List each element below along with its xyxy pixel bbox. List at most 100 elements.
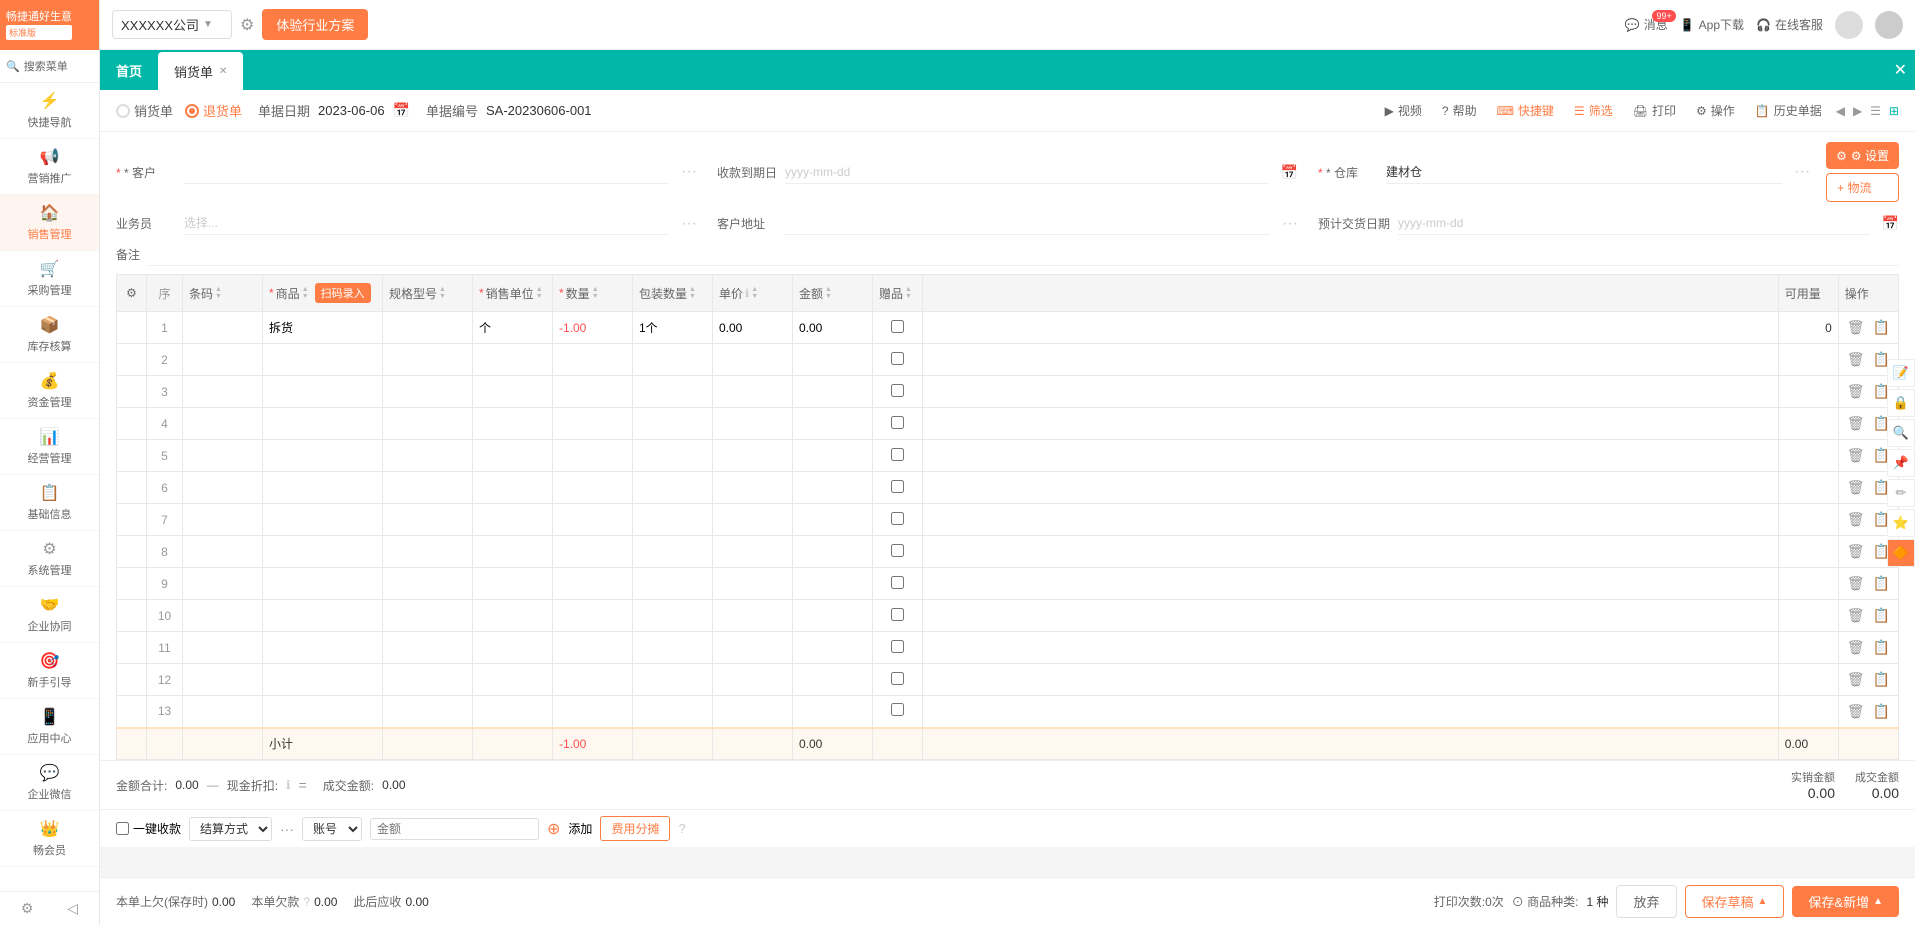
th-settings[interactable]: ⚙ (117, 275, 147, 312)
row-gift[interactable] (873, 600, 923, 632)
delivery-date-input[interactable] (1398, 212, 1870, 235)
row-amount[interactable] (793, 472, 873, 504)
amount-sort-icon[interactable]: ▲▼ (825, 286, 832, 300)
logistics-btn[interactable]: + 物流 (1826, 173, 1899, 202)
one-click-checkbox[interactable] (116, 822, 129, 835)
row-barcode[interactable] (183, 600, 263, 632)
row-spec[interactable] (383, 344, 473, 376)
row-product[interactable] (263, 408, 383, 440)
row-price[interactable] (713, 536, 793, 568)
row-spec[interactable] (383, 536, 473, 568)
row-qty[interactable] (553, 632, 633, 664)
row-spec[interactable] (383, 696, 473, 728)
company-selector[interactable]: XXXXXX公司 ▼ (112, 10, 232, 39)
sidebar-item-purchase-mgmt[interactable]: 🛒 采购管理 (0, 251, 99, 307)
pay-method-select[interactable]: 结算方式 (189, 817, 272, 841)
topbar-gear-btn[interactable]: ⚙ (240, 15, 254, 35)
sidebar-item-finance[interactable]: 💰 资金管理 (0, 363, 99, 419)
note-input[interactable] (148, 243, 1899, 266)
row-unit[interactable] (473, 408, 553, 440)
row-barcode[interactable] (183, 408, 263, 440)
price-sort-icon[interactable]: ▲▼ (751, 286, 758, 300)
row-price[interactable] (713, 664, 793, 696)
row-qty[interactable] (553, 472, 633, 504)
row-qty[interactable] (553, 568, 633, 600)
row-product[interactable] (263, 536, 383, 568)
row-copy-btn[interactable]: 📋 (1871, 703, 1892, 720)
row-gift[interactable] (873, 696, 923, 728)
row-unit[interactable] (473, 536, 553, 568)
row-barcode[interactable] (183, 632, 263, 664)
row-copy-btn[interactable]: 📋 (1871, 319, 1892, 336)
row-qty[interactable] (553, 600, 633, 632)
setup-btn[interactable]: ⚙ ⚙ 设置 (1826, 142, 1899, 169)
topbar-app-btn[interactable]: 📱 App下载 (1680, 16, 1744, 33)
row-price[interactable] (713, 376, 793, 408)
row-copy-btn[interactable]: 📋 (1871, 575, 1892, 592)
row-qty[interactable] (553, 664, 633, 696)
row-unit[interactable] (473, 440, 553, 472)
row-price[interactable] (713, 440, 793, 472)
sidebar-item-system[interactable]: ⚙ 系统管理 (0, 531, 99, 587)
sidebar-item-quick-nav[interactable]: ⚡ 快捷导航 (0, 83, 99, 139)
row-qty[interactable] (553, 440, 633, 472)
row-pkg[interactable] (633, 472, 713, 504)
row-delete-btn[interactable]: 🗑 (1845, 703, 1867, 720)
scan-btn[interactable]: 扫码录入 (315, 283, 371, 303)
warehouse-input[interactable] (1386, 161, 1782, 184)
row-delete-btn[interactable]: 🗑 (1845, 383, 1867, 400)
row-barcode[interactable] (183, 504, 263, 536)
sidebar-item-inventory[interactable]: 📦 库存核算 (0, 307, 99, 363)
gift-sort-icon[interactable]: ▲▼ (905, 286, 912, 300)
row-gift[interactable] (873, 344, 923, 376)
right-panel-btn-7[interactable]: 🔶 (1887, 539, 1915, 567)
radio-sale[interactable]: 销货单 (116, 101, 173, 120)
row-pkg[interactable] (633, 440, 713, 472)
row-product[interactable] (263, 440, 383, 472)
row-amount[interactable] (793, 664, 873, 696)
row-delete-btn[interactable]: 🗑 (1845, 415, 1867, 432)
row-spec[interactable] (383, 440, 473, 472)
payment-amount-input[interactable] (370, 818, 539, 840)
row-product[interactable] (263, 312, 383, 344)
row-spec[interactable] (383, 664, 473, 696)
row-product[interactable] (263, 600, 383, 632)
row-barcode[interactable] (183, 344, 263, 376)
row-product[interactable] (263, 344, 383, 376)
row-copy-btn[interactable]: 📋 (1871, 607, 1892, 624)
row-delete-btn[interactable]: 🗑 (1845, 639, 1867, 656)
row-price[interactable] (713, 632, 793, 664)
sidebar-item-guide[interactable]: 🎯 新手引导 (0, 643, 99, 699)
right-panel-btn-2[interactable]: 🔒 (1887, 389, 1915, 417)
row-product[interactable] (263, 696, 383, 728)
barcode-sort-icon[interactable]: ▲▼ (215, 286, 222, 300)
row-qty[interactable] (553, 376, 633, 408)
row-price[interactable] (713, 344, 793, 376)
view-list-icon[interactable]: ☰ (1870, 104, 1881, 118)
operate-btn[interactable]: ⚙ 操作 (1690, 100, 1741, 121)
row-unit[interactable] (473, 664, 553, 696)
warehouse-dots-btn[interactable]: ··· (1794, 163, 1810, 181)
row-spec[interactable] (383, 632, 473, 664)
row-gift[interactable] (873, 536, 923, 568)
row-spec[interactable] (383, 376, 473, 408)
row-copy-btn[interactable]: 📋 (1871, 671, 1892, 688)
tab-sales-order[interactable]: 销货单 ✕ (158, 52, 243, 90)
topbar-message-btn[interactable]: 💬 消息 99+ (1625, 16, 1668, 33)
discard-btn[interactable]: 放弃 (1616, 885, 1676, 918)
nav-next-icon[interactable]: ▶ (1853, 104, 1862, 118)
sidebar-item-app-center[interactable]: 📱 应用中心 (0, 699, 99, 755)
row-amount[interactable] (793, 408, 873, 440)
due-date-calendar-icon[interactable]: 📅 (1281, 164, 1298, 181)
sidebar-item-marketing[interactable]: 📢 营销推广 (0, 139, 99, 195)
filter-btn[interactable]: ☰ 筛选 (1568, 100, 1619, 121)
tabbar-close-btn[interactable]: ✕ (1894, 60, 1915, 80)
row-pkg[interactable] (633, 600, 713, 632)
row-copy-btn[interactable]: 📋 (1871, 639, 1892, 656)
row-amount[interactable] (793, 376, 873, 408)
customer-dots-btn[interactable]: ··· (681, 163, 697, 181)
save-new-btn[interactable]: 保存&新增 ▲ (1792, 886, 1899, 917)
row-qty[interactable] (553, 504, 633, 536)
row-unit[interactable] (473, 344, 553, 376)
row-pkg[interactable] (633, 312, 713, 344)
